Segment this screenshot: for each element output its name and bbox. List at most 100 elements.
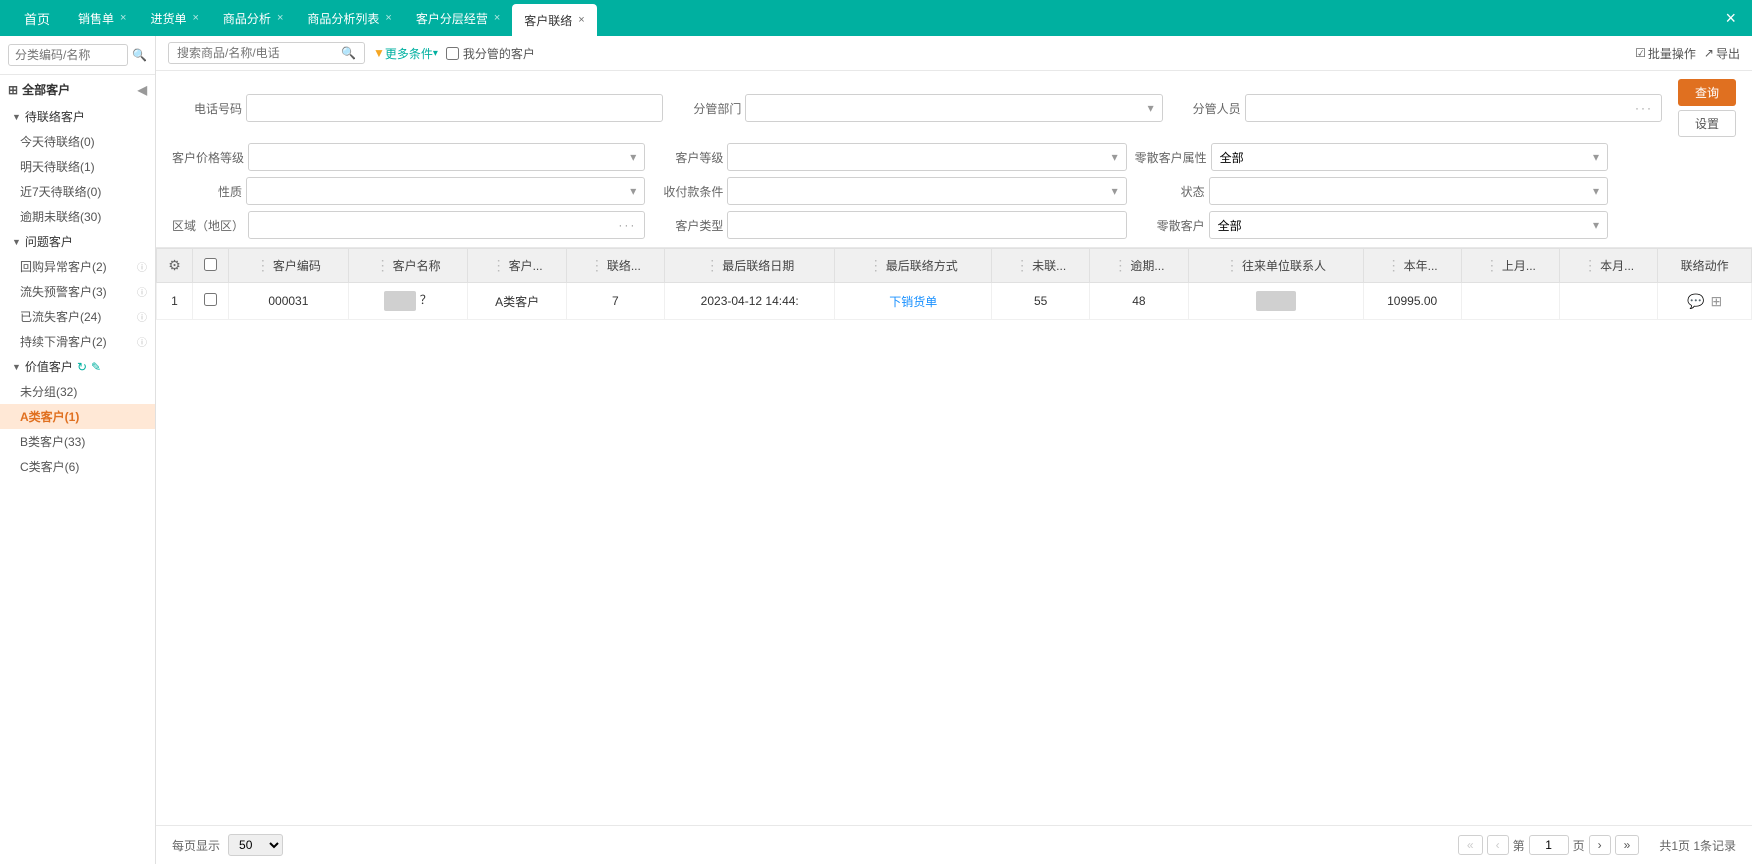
manager-label: 分管人员	[1171, 100, 1241, 117]
close-all-button[interactable]: ×	[1717, 8, 1744, 29]
qrcode-action-icon[interactable]: ⊞	[1710, 293, 1722, 310]
nav-purchase[interactable]: 进货单 ×	[138, 0, 210, 36]
sep-icon4: ⋮	[590, 257, 604, 274]
close-goods-analysis-icon[interactable]: ×	[277, 12, 283, 24]
chevron-dept-icon: ▾	[1148, 101, 1154, 115]
all-customers-header[interactable]: ⊞ 全部客户 ◀	[0, 75, 155, 104]
nav-customer-segment[interactable]: 客户分层经营 ×	[404, 0, 512, 36]
collapse-icon[interactable]: ◀	[138, 83, 147, 97]
close-customer-segment-icon[interactable]: ×	[494, 12, 500, 24]
batch-op-btn[interactable]: ☑ 批量操作	[1635, 45, 1696, 62]
page-size-select[interactable]: 10 20 50 100	[228, 834, 283, 856]
sidebar-item-week-contact[interactable]: 近7天待联络(0)	[0, 179, 155, 204]
pagination: 每页显示 10 20 50 100 « ‹ 第 页 › » 共1页 1条记录	[156, 825, 1752, 864]
col-last-month[interactable]: ⋮上月...	[1461, 249, 1559, 283]
first-page-btn[interactable]: «	[1458, 835, 1483, 855]
phone-input[interactable]	[246, 94, 663, 122]
message-action-icon[interactable]: 💬	[1687, 293, 1704, 310]
dept-select[interactable]: ▾	[745, 94, 1162, 122]
row-select-checkbox[interactable]	[204, 293, 217, 306]
payment-label: 收付款条件	[653, 183, 723, 200]
sidebar-item-churned[interactable]: 已流失客户(24) ⓘ	[0, 304, 155, 329]
customer-type-input[interactable]	[727, 211, 1126, 239]
group-problem-customers[interactable]: ▼ 问题客户	[0, 229, 155, 254]
sidebar-item-ungrouped[interactable]: 未分组(32)	[0, 379, 155, 404]
col-uncontacted[interactable]: ⋮未联...	[992, 249, 1090, 283]
close-sales-icon[interactable]: ×	[120, 12, 126, 24]
price-grade-select[interactable]: ▾	[248, 143, 645, 171]
col-customer-type[interactable]: ⋮客户...	[468, 249, 566, 283]
sidebar-item-today-contact[interactable]: 今天待联络(0)	[0, 129, 155, 154]
sidebar-item-overdue-contact[interactable]: 逾期未联络(30)	[0, 204, 155, 229]
dots-region-icon: ···	[618, 218, 636, 232]
retail-attr-select[interactable]: 全部 ▾	[1211, 143, 1608, 171]
sidebar-item-c-class[interactable]: C类客户(6)	[0, 454, 155, 479]
col-overdue[interactable]: ⋮逾期...	[1090, 249, 1188, 283]
sidebar-search-input[interactable]	[8, 44, 128, 66]
select-all-checkbox[interactable]	[204, 258, 217, 271]
col-checkbox[interactable]	[193, 249, 229, 283]
col-actions: 联络动作	[1658, 249, 1752, 283]
refresh-value-icon[interactable]: ↻	[77, 360, 87, 374]
filter-row-4: 区域（地区） ··· 客户类型 零散客户 全部 ▾	[172, 211, 1736, 239]
edit-value-icon[interactable]: ✎	[91, 360, 101, 374]
page-number-input[interactable]	[1529, 835, 1569, 855]
col-gear[interactable]: ⚙	[157, 249, 193, 283]
col-this-year[interactable]: ⋮本年...	[1363, 249, 1461, 283]
status-select[interactable]: ▾	[1209, 177, 1608, 205]
filter-search-icon[interactable]: 🔍	[341, 46, 356, 60]
sidebar-item-abnormal-repurchase[interactable]: 回购异常客户(2) ⓘ	[0, 254, 155, 279]
row-last-contact-method[interactable]: 下销货单	[835, 283, 992, 320]
last-contact-method-link[interactable]: 下销货单	[889, 295, 937, 309]
close-purchase-icon[interactable]: ×	[192, 12, 198, 24]
customer-table: ⚙ ⋮客户编码 ⋮客户名称 ⋮客户...	[156, 248, 1752, 320]
more-conditions-btn[interactable]: ▼ 更多条件 ▾	[373, 45, 438, 62]
nav-goods-analysis-list[interactable]: 商品分析列表 ×	[295, 0, 403, 36]
sidebar-item-tomorrow-contact[interactable]: 明天待联络(1)	[0, 154, 155, 179]
group-value-customers[interactable]: ▼ 价值客户 ↻ ✎	[0, 354, 155, 379]
row-checkbox[interactable]	[193, 283, 229, 320]
nav-home[interactable]: 首页	[8, 0, 66, 36]
col-contact-count[interactable]: ⋮联络...	[566, 249, 664, 283]
nature-select[interactable]: ▾	[246, 177, 645, 205]
row-name: ？	[348, 283, 468, 320]
customer-grade-select[interactable]: ▾	[727, 143, 1126, 171]
manager-input[interactable]: ···	[1245, 94, 1662, 122]
query-button[interactable]: 查询	[1678, 79, 1736, 106]
nav-customer-contact[interactable]: 客户联络 ×	[512, 4, 596, 36]
customer-grade-label: 客户等级	[653, 149, 723, 166]
group-waiting-contact[interactable]: ▼ 待联络客户	[0, 104, 155, 129]
row-actions: 💬 ⊞	[1658, 283, 1752, 320]
last-page-btn[interactable]: »	[1615, 835, 1640, 855]
gear-icon[interactable]: ⚙	[168, 257, 181, 273]
settings-button[interactable]: 设置	[1678, 110, 1736, 137]
payment-select[interactable]: ▾	[727, 177, 1126, 205]
my-customers-checkbox[interactable]	[446, 47, 459, 60]
next-page-btn[interactable]: ›	[1589, 835, 1611, 855]
close-goods-analysis-list-icon[interactable]: ×	[385, 12, 391, 24]
sidebar-item-b-class[interactable]: B类客户(33)	[0, 429, 155, 454]
export-btn[interactable]: ↗ 导出	[1704, 45, 1740, 62]
filter-phone: 电话号码	[172, 94, 663, 122]
col-customer-name[interactable]: ⋮客户名称	[348, 249, 468, 283]
retail-select[interactable]: 全部 ▾	[1209, 211, 1608, 239]
nav-goods-analysis[interactable]: 商品分析 ×	[211, 0, 295, 36]
col-company-contact[interactable]: ⋮往来单位联系人	[1188, 249, 1363, 283]
close-customer-contact-icon[interactable]: ×	[578, 14, 584, 26]
filter-status: 状态 ▾	[1135, 177, 1608, 205]
sidebar-search-icon[interactable]: 🔍	[132, 48, 147, 62]
region-input[interactable]: ···	[248, 211, 645, 239]
nav-sales[interactable]: 销售单 ×	[66, 0, 138, 36]
col-this-month[interactable]: ⋮本月...	[1560, 249, 1658, 283]
tri-icon2: ▼	[12, 237, 21, 247]
sidebar-item-churn-warning[interactable]: 流失预警客户(3) ⓘ	[0, 279, 155, 304]
sep-icon5: ⋮	[705, 257, 719, 274]
sep-icon11: ⋮	[1485, 257, 1499, 274]
col-customer-code[interactable]: ⋮客户编码	[229, 249, 349, 283]
col-last-contact-date[interactable]: ⋮最后联络日期	[664, 249, 835, 283]
sidebar-item-declining[interactable]: 持续下滑客户(2) ⓘ	[0, 329, 155, 354]
col-last-contact-method[interactable]: ⋮最后联络方式	[835, 249, 992, 283]
prev-page-btn[interactable]: ‹	[1487, 835, 1509, 855]
sidebar-item-a-class[interactable]: A类客户(1)	[0, 404, 155, 429]
filter-search-input[interactable]	[177, 46, 337, 60]
